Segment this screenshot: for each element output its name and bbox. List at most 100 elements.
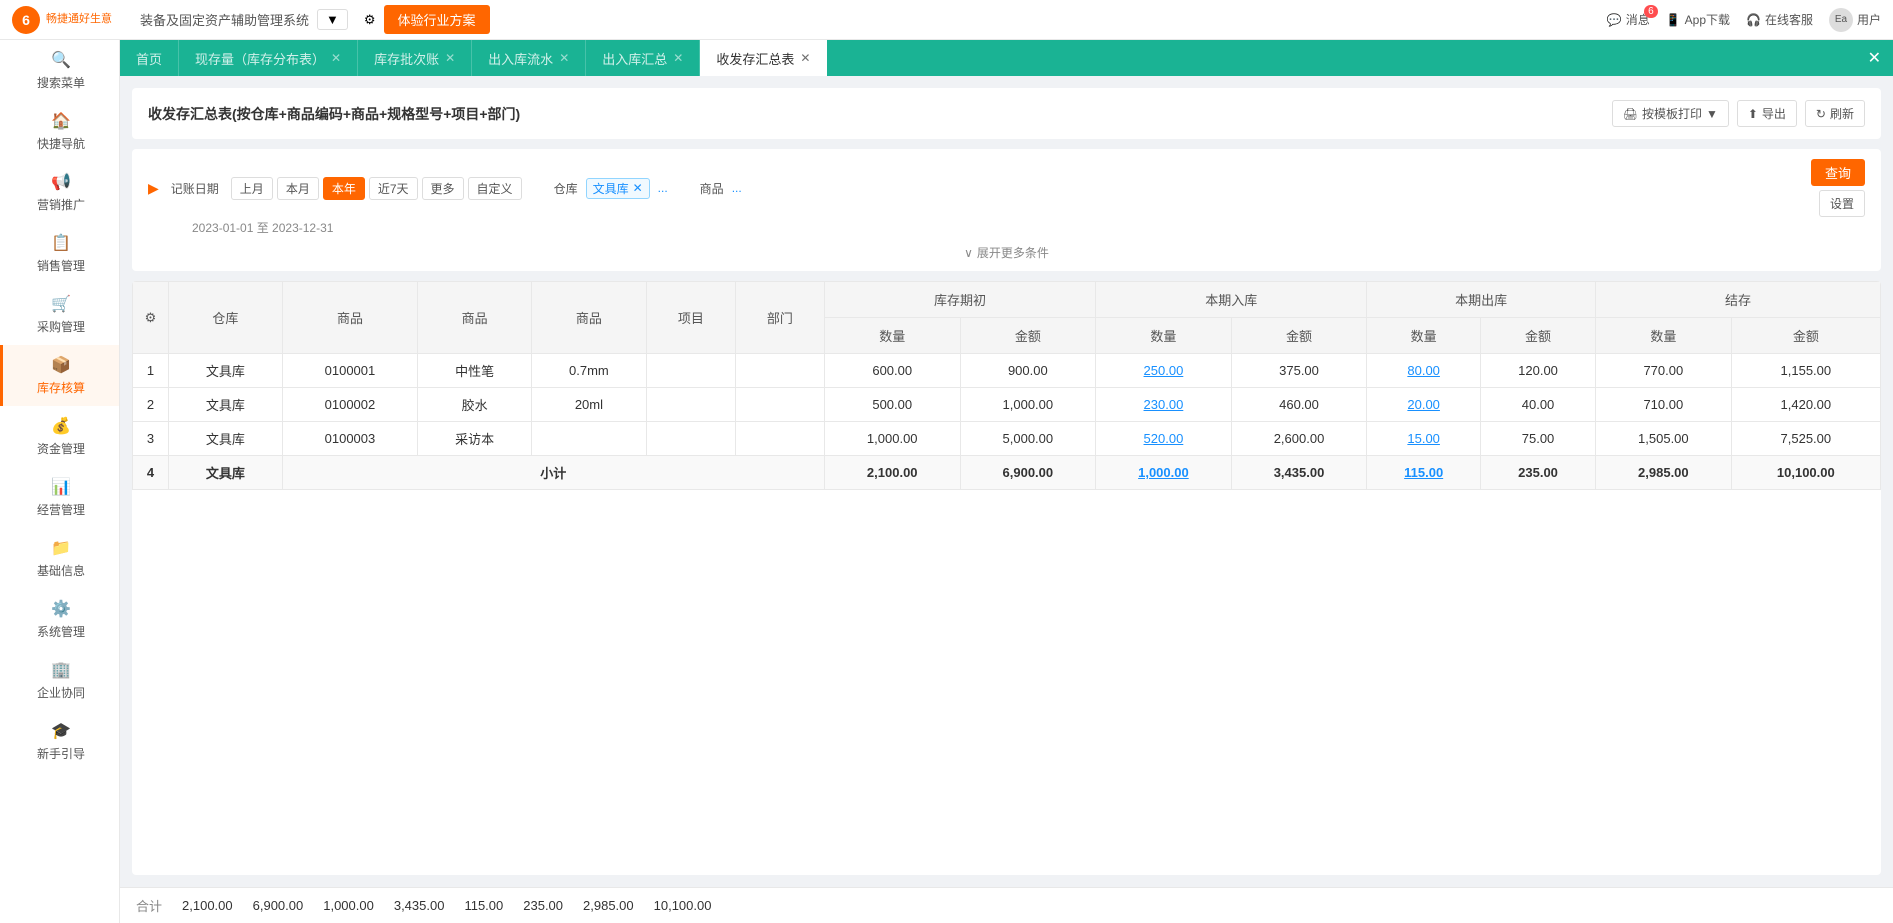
box-icon: 📦: [51, 355, 71, 375]
row3-bal-amt: 7,525.00: [1731, 422, 1880, 456]
table-subtotal-row: 4 文具库 小计 2,100.00 6,900.00 1,000.00 3,43…: [133, 456, 1881, 490]
th-project: 项目: [646, 282, 735, 354]
avatar: Ea: [1829, 8, 1853, 32]
tab-receive-send-summary[interactable]: 收发存汇总表 ✕: [700, 40, 827, 76]
row3-open-amt: 5,000.00: [960, 422, 1096, 456]
warehouse-more[interactable]: ...: [658, 181, 668, 195]
footer-out-amt: 235.00: [523, 898, 563, 913]
tab-batch-accounts-close[interactable]: ✕: [445, 51, 455, 65]
sidebar-item-guide[interactable]: 🎓 新手引导: [0, 711, 119, 772]
expand-more-label: 展开更多条件: [977, 244, 1049, 261]
settings-icon[interactable]: ⚙: [364, 12, 376, 28]
sidebar-item-marketing[interactable]: 📢 营销推广: [0, 162, 119, 223]
tab-stock-distribution-close[interactable]: ✕: [331, 51, 341, 65]
tab-inout-flow-label: 出入库流水: [488, 49, 553, 68]
megaphone-icon: 📢: [51, 172, 71, 192]
sidebar-item-finance[interactable]: 💰 资金管理: [0, 406, 119, 467]
row2-open-amt: 1,000.00: [960, 388, 1096, 422]
sidebar-item-sales[interactable]: 📋 销售管理: [0, 223, 119, 284]
footer-in-amt: 3,435.00: [394, 898, 445, 913]
row3-in-qty[interactable]: 520.00: [1096, 422, 1232, 456]
subtotal-in-qty[interactable]: 1,000.00: [1096, 456, 1232, 490]
tab-stock-distribution[interactable]: 现存量（库存分布表） ✕: [179, 40, 358, 76]
filter-bar: ▶ 记账日期 上月 本月 本年 近7天 更多 自定义 仓库 文具库: [132, 149, 1881, 271]
row1-no: 1: [133, 354, 169, 388]
message-item[interactable]: 💬 消息 6: [1607, 11, 1650, 28]
sidebar-item-system-label: 系统管理: [37, 623, 85, 640]
tab-inout-flow-close[interactable]: ✕: [559, 51, 569, 65]
product-more[interactable]: ...: [732, 181, 742, 195]
sidebar-item-enterprise[interactable]: 🏢 企业协同: [0, 650, 119, 711]
tab-receive-send-summary-close[interactable]: ✕: [800, 51, 810, 65]
th-product-name: 商品: [418, 282, 532, 354]
data-table: ⚙ 仓库 商品 商品 商品 项目 部门 库存期初 本期入库 本期出库 结存: [132, 281, 1881, 490]
tab-batch-accounts[interactable]: 库存批次账 ✕: [358, 40, 472, 76]
date-btn-custom[interactable]: 自定义: [468, 177, 522, 200]
th-period-out: 本期出库: [1367, 282, 1596, 318]
page-title: 收发存汇总表(按仓库+商品编码+商品+规格型号+项目+部门): [148, 104, 520, 124]
bottom-bar: 合计 2,100.00 6,900.00 1,000.00 3,435.00 1…: [120, 887, 1893, 923]
tab-home[interactable]: 首页: [120, 40, 179, 76]
row1-in-qty[interactable]: 250.00: [1096, 354, 1232, 388]
th-product-spec: 商品: [531, 282, 646, 354]
date-btn-last-month[interactable]: 上月: [231, 177, 273, 200]
subtotal-label: 小计: [282, 456, 824, 490]
tab-stock-distribution-label: 现存量（库存分布表）: [195, 49, 325, 68]
row2-open-qty: 500.00: [824, 388, 960, 422]
row2-in-qty[interactable]: 230.00: [1096, 388, 1232, 422]
logo-icon: 6: [12, 6, 40, 34]
date-btn-this-month[interactable]: 本月: [277, 177, 319, 200]
query-btn[interactable]: 查询: [1811, 159, 1865, 186]
th-open-amt: 金额: [960, 318, 1096, 354]
sidebar-item-basic-info[interactable]: 📁 基础信息: [0, 528, 119, 589]
refresh-btn[interactable]: ↻ 刷新: [1805, 100, 1865, 127]
date-btn-more[interactable]: 更多: [422, 177, 464, 200]
tab-inout-flow[interactable]: 出入库流水 ✕: [472, 40, 586, 76]
print-btn[interactable]: 🖨 按模板打印 ▼: [1612, 100, 1729, 127]
tab-bar-close-all[interactable]: ✕: [1856, 48, 1893, 68]
row1-bal-qty: 770.00: [1596, 354, 1732, 388]
row3-out-qty[interactable]: 15.00: [1367, 422, 1481, 456]
row3-name: 采访本: [418, 422, 532, 456]
expand-more-btn[interactable]: ∨ 展开更多条件: [148, 244, 1865, 261]
sidebar-item-inventory[interactable]: 📦 库存核算: [0, 345, 119, 406]
system-dropdown[interactable]: ▼: [317, 9, 348, 30]
content-area: 首页 现存量（库存分布表） ✕ 库存批次账 ✕ 出入库流水 ✕ 出入库汇总 ✕ …: [120, 40, 1893, 923]
sidebar-item-quick-nav[interactable]: 🏠 快捷导航: [0, 101, 119, 162]
subtotal-out-amt: 235.00: [1481, 456, 1596, 490]
subtotal-out-qty[interactable]: 115.00: [1367, 456, 1481, 490]
table-settings-icon[interactable]: ⚙: [133, 282, 169, 354]
tab-inout-summary-close[interactable]: ✕: [673, 51, 683, 65]
experience-btn[interactable]: 体验行业方案: [384, 5, 490, 34]
export-btn[interactable]: ⬆ 导出: [1737, 100, 1797, 127]
date-btn-7days[interactable]: 近7天: [369, 177, 418, 200]
clipboard-icon: 📋: [51, 233, 71, 253]
app-download-label: App下载: [1685, 11, 1730, 28]
warehouse-tag-close[interactable]: ✕: [633, 181, 643, 195]
row1-out-qty[interactable]: 80.00: [1367, 354, 1481, 388]
date-btn-this-year[interactable]: 本年: [323, 177, 365, 200]
row1-dept: [735, 354, 824, 388]
sidebar-item-system[interactable]: ⚙️ 系统管理: [0, 589, 119, 650]
app-download-item[interactable]: 📱 App下载: [1666, 11, 1730, 28]
subtotal-no: 4: [133, 456, 169, 490]
subtotal-bal-amt: 10,100.00: [1731, 456, 1880, 490]
sidebar-item-purchase[interactable]: 🛒 采购管理: [0, 284, 119, 345]
user-item[interactable]: Ea 用户: [1829, 8, 1881, 32]
online-service-item[interactable]: 🎧 在线客服: [1746, 11, 1813, 28]
th-open-qty: 数量: [824, 318, 960, 354]
tab-inout-summary[interactable]: 出入库汇总 ✕: [586, 40, 700, 76]
sidebar-item-operations[interactable]: 📊 经营管理: [0, 467, 119, 528]
row2-out-qty[interactable]: 20.00: [1367, 388, 1481, 422]
th-bal-qty: 数量: [1596, 318, 1732, 354]
row2-in-amt: 460.00: [1231, 388, 1367, 422]
printer-icon: 🖨: [1623, 107, 1638, 121]
tab-batch-accounts-label: 库存批次账: [374, 49, 439, 68]
filter-expand-arrow[interactable]: ▶: [148, 180, 159, 197]
refresh-icon: ↻: [1816, 107, 1826, 121]
set-btn[interactable]: 设置: [1819, 190, 1865, 217]
th-opening-stock: 库存期初: [824, 282, 1095, 318]
sidebar-item-search[interactable]: 🔍 搜索菜单: [0, 40, 119, 101]
row2-spec: 20ml: [531, 388, 646, 422]
row1-out-amt: 120.00: [1481, 354, 1596, 388]
